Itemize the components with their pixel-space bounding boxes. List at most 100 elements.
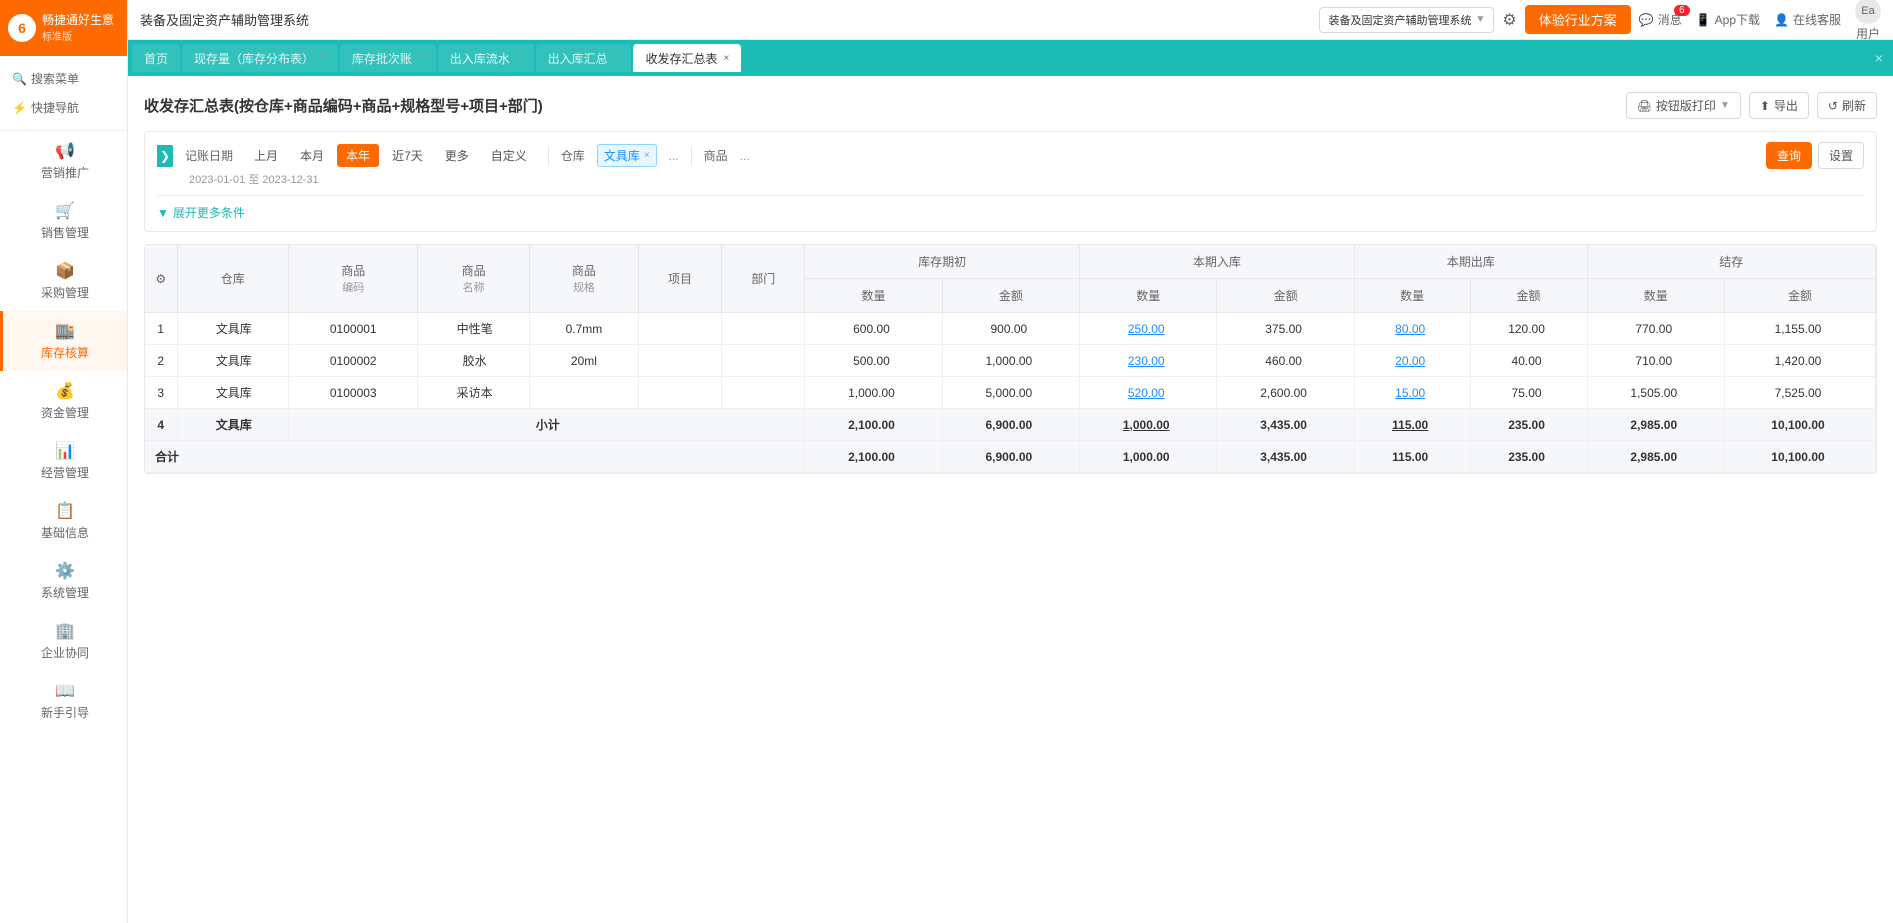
- th-group-out: 本期出库: [1354, 245, 1587, 279]
- tab-inventory-dist[interactable]: 现存量（库存分布表） ×: [182, 44, 338, 72]
- user-label: 用户: [1856, 25, 1880, 42]
- inventory-icon: 🏬: [55, 321, 75, 341]
- cell-dept: [722, 345, 805, 377]
- settings-button[interactable]: 设置: [1818, 142, 1864, 169]
- goods-more-button[interactable]: ...: [740, 149, 750, 163]
- sidebar-item-label: 库存核算: [41, 344, 89, 361]
- subtotal-in-qty[interactable]: 1,000.00: [1080, 409, 1217, 441]
- warehouse-tag-remove-icon[interactable]: ×: [644, 150, 650, 161]
- sidebar-item-basics[interactable]: 📋 基础信息: [0, 491, 127, 551]
- quick-nav-item[interactable]: ⚡ 快捷导航: [8, 93, 119, 122]
- tab-bar-close-button[interactable]: ×: [1869, 48, 1889, 68]
- cell-goods-code: 0100002: [289, 345, 418, 377]
- sidebar-item-finance[interactable]: 💰 资金管理: [0, 371, 127, 431]
- cell-out-qty[interactable]: 80.00: [1354, 313, 1470, 345]
- date-tab-more[interactable]: 更多: [436, 144, 478, 167]
- sidebar-search-area: 🔍 搜索菜单 ⚡ 快捷导航: [0, 56, 127, 131]
- cell-out-amt: 120.00: [1470, 313, 1587, 345]
- tab-inventory-dist-close-icon[interactable]: ×: [320, 53, 326, 64]
- quick-nav-icon: ⚡: [12, 101, 27, 115]
- sidebar-item-purchase[interactable]: 📦 采购管理: [0, 251, 127, 311]
- refresh-button[interactable]: ↺ 刷新: [1817, 92, 1877, 119]
- operations-icon: 📊: [55, 441, 75, 461]
- tab-in-out-summary-label: 出入库汇总: [548, 50, 608, 67]
- main-area: 装备及固定资产辅助管理系统 装备及固定资产辅助管理系统 ▼ ⚙ 体验行业方案 💬…: [128, 0, 1893, 923]
- cell-project: [638, 313, 721, 345]
- tab-receipt-summary[interactable]: 收发存汇总表 ×: [633, 44, 741, 72]
- marketing-icon: 📢: [55, 141, 75, 161]
- tab-batch-ledger-close-icon[interactable]: ×: [418, 53, 424, 64]
- user-avatar[interactable]: Ea 用户: [1855, 0, 1881, 42]
- app-download-button[interactable]: 📱 App下载: [1696, 11, 1760, 28]
- warehouse-more-button[interactable]: ...: [669, 149, 679, 163]
- sidebar-item-label: 营销推广: [41, 164, 89, 181]
- sidebar-item-label: 系统管理: [41, 584, 89, 601]
- online-service-button[interactable]: 👤 在线客服: [1774, 11, 1841, 28]
- th-settings[interactable]: ⚙: [145, 245, 177, 313]
- cell-open-qty: 500.00: [805, 345, 942, 377]
- refresh-icon: ↺: [1828, 99, 1838, 113]
- cell-in-amt: 375.00: [1217, 313, 1354, 345]
- cell-open-qty: 1,000.00: [805, 377, 942, 409]
- print-button[interactable]: 🖨 按钮版打印 ▼: [1626, 92, 1741, 119]
- tab-in-out-flow[interactable]: 出入库流水 ×: [438, 44, 534, 72]
- cell-in-qty[interactable]: 250.00: [1080, 313, 1217, 345]
- data-table: ⚙ 仓库 商品编码 商品名称 商品规格 项目 部门 库存期初 本期入库 本期出库…: [145, 245, 1876, 473]
- cell-bal-qty: 710.00: [1587, 345, 1724, 377]
- export-button[interactable]: ⬆ 导出: [1749, 92, 1809, 119]
- cell-project: [638, 377, 721, 409]
- trial-button[interactable]: 体验行业方案: [1525, 5, 1631, 34]
- top-bar-right: 💬 消息 6 📱 App下载 👤 在线客服 Ea 用户: [1639, 0, 1881, 42]
- sidebar-item-operations[interactable]: 📊 经营管理: [0, 431, 127, 491]
- tab-in-out-summary[interactable]: 出入库汇总 ×: [536, 44, 632, 72]
- total-bal-qty: 2,985.00: [1587, 441, 1724, 473]
- system-selector[interactable]: 装备及固定资产辅助管理系统 ▼: [1319, 7, 1494, 33]
- app-download-label: App下载: [1715, 11, 1760, 28]
- date-tab-curr[interactable]: 本月: [291, 144, 333, 167]
- date-tab-7days[interactable]: 近7天: [383, 144, 432, 167]
- th-group-opening: 库存期初: [805, 245, 1080, 279]
- cell-open-amt: 5,000.00: [942, 377, 1079, 409]
- sidebar-item-system[interactable]: ⚙️ 系统管理: [0, 551, 127, 611]
- sales-icon: 🛒: [55, 201, 75, 221]
- subtotal-bal-qty: 2,985.00: [1587, 409, 1724, 441]
- sidebar-item-label: 经营管理: [41, 464, 89, 481]
- th-project: 项目: [638, 245, 721, 313]
- cell-out-qty[interactable]: 15.00: [1354, 377, 1470, 409]
- subtotal-out-qty[interactable]: 115.00: [1354, 409, 1470, 441]
- cell-out-qty[interactable]: 20.00: [1354, 345, 1470, 377]
- date-tab-prev[interactable]: 上月: [245, 144, 287, 167]
- total-open-qty: 2,100.00: [805, 441, 942, 473]
- filter-collapse-button[interactable]: ❯: [157, 145, 173, 167]
- tab-home[interactable]: 首页: [132, 44, 180, 72]
- cell-goods-spec: [529, 377, 638, 409]
- date-tab-year[interactable]: 本年: [337, 144, 379, 167]
- cell-in-qty[interactable]: 520.00: [1080, 377, 1217, 409]
- tab-receipt-summary-close-icon[interactable]: ×: [723, 53, 729, 64]
- tab-in-out-summary-close-icon[interactable]: ×: [614, 53, 620, 64]
- cell-project: [638, 345, 721, 377]
- search-menu-item[interactable]: 🔍 搜索菜单: [8, 64, 119, 93]
- date-tab-custom[interactable]: 自定义: [482, 144, 536, 167]
- sidebar-nav: 📢 营销推广 🛒 销售管理 📦 采购管理 🏬 库存核算 💰 资金管理 📊: [0, 131, 127, 923]
- system-title: 装备及固定资产辅助管理系统: [140, 10, 1311, 29]
- settings-gear-icon[interactable]: ⚙: [1502, 10, 1516, 30]
- sidebar-item-inventory[interactable]: 🏬 库存核算: [0, 311, 127, 371]
- refresh-label: 刷新: [1842, 97, 1866, 114]
- warehouse-tag: 文具库 ×: [597, 144, 657, 167]
- tab-batch-ledger[interactable]: 库存批次账 ×: [340, 44, 436, 72]
- query-button[interactable]: 查询: [1766, 142, 1812, 169]
- tab-batch-ledger-label: 库存批次账: [352, 50, 412, 67]
- message-button[interactable]: 💬 消息 6: [1639, 11, 1682, 28]
- sidebar-item-sales[interactable]: 🛒 销售管理: [0, 191, 127, 251]
- page-header: 收发存汇总表(按仓库+商品编码+商品+规格型号+项目+部门) 🖨 按钮版打印 ▼…: [144, 92, 1877, 119]
- sidebar-item-enterprise[interactable]: 🏢 企业协同: [0, 611, 127, 671]
- cell-in-qty[interactable]: 230.00: [1080, 345, 1217, 377]
- subtotal-out-amt: 235.00: [1470, 409, 1587, 441]
- sidebar-item-guide[interactable]: 📖 新手引导: [0, 671, 127, 731]
- tab-in-out-flow-close-icon[interactable]: ×: [516, 53, 522, 64]
- filter-expand-button[interactable]: ▼ 展开更多条件: [157, 195, 1864, 221]
- sidebar-item-label: 资金管理: [41, 404, 89, 421]
- sidebar-item-marketing[interactable]: 📢 营销推广: [0, 131, 127, 191]
- table-row: 2 文具库 0100002 胶水 20ml 500.00 1,000.00 23…: [145, 345, 1876, 377]
